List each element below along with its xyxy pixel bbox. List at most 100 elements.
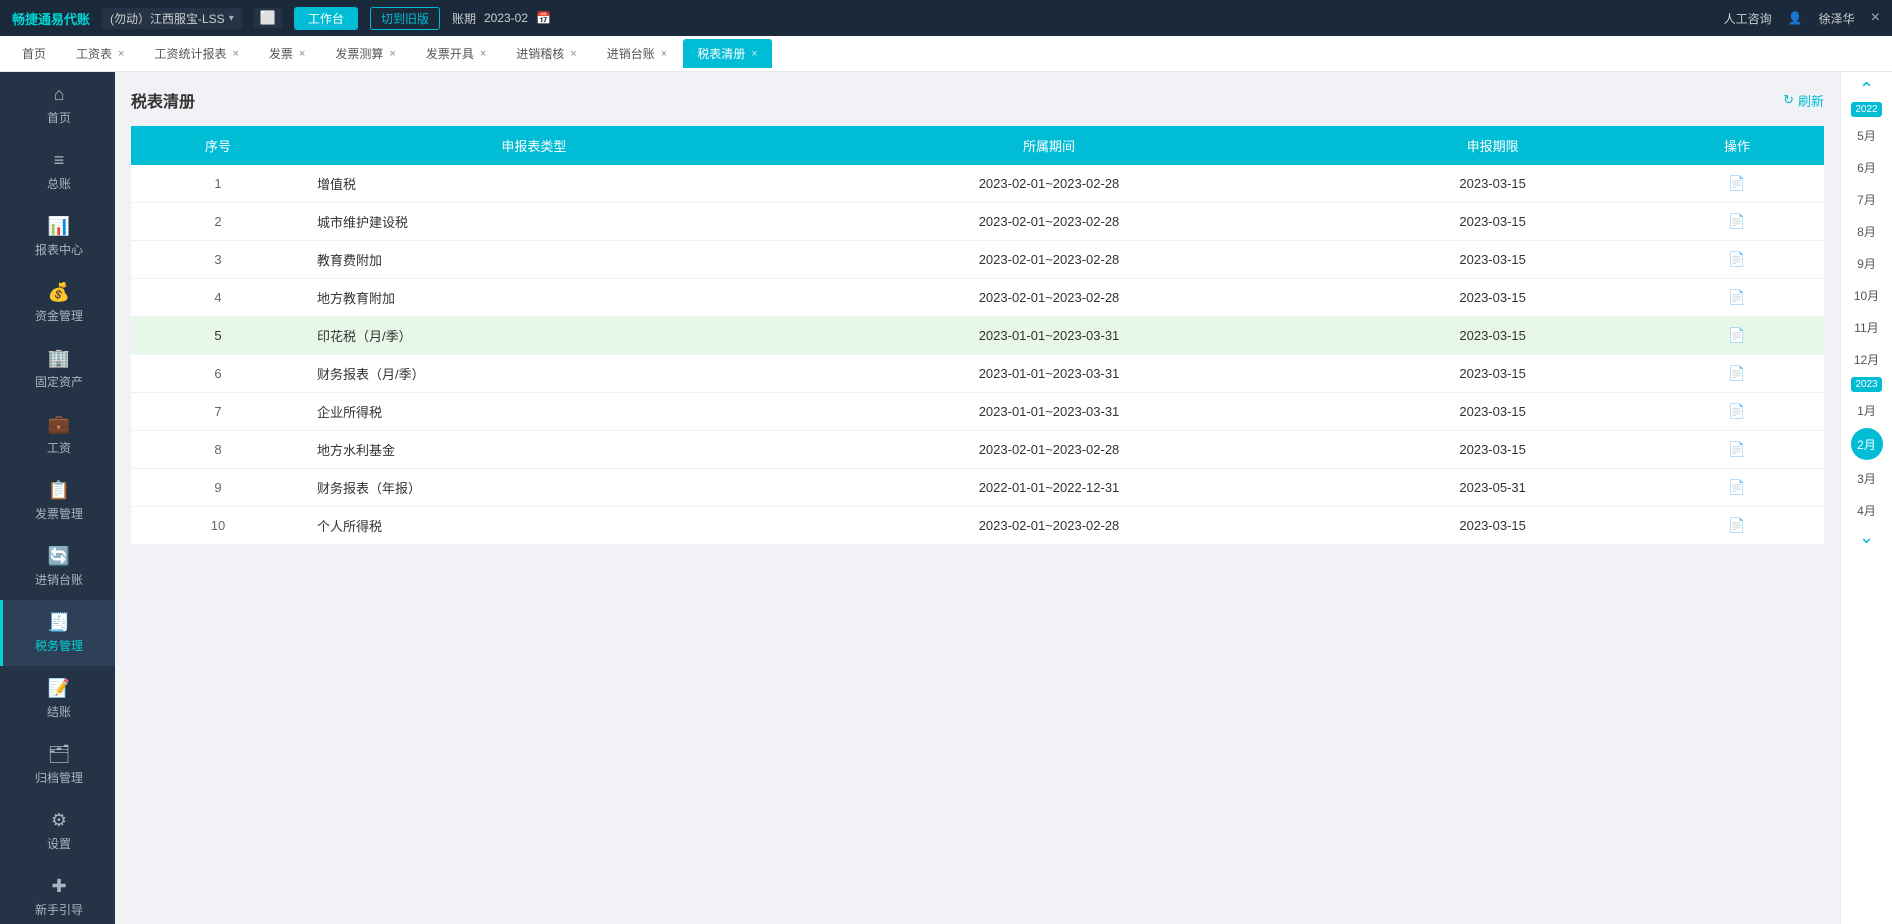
month-btn-8月[interactable]: 8月 [1848,217,1886,245]
sidebar-item-home[interactable]: ⌂ 首页 [0,72,115,138]
calendar-icon[interactable]: 📅 [536,11,551,25]
content-area: 税表清册 ↻ 刷新 序号申报表类型所属期间申报期限操作 1增值税2023-02-… [115,72,1892,924]
action-doc-icon[interactable]: 📄 [1728,327,1745,343]
month-btn-7月[interactable]: 7月 [1848,185,1886,213]
row-deadline: 2023-05-31 [1335,469,1650,507]
month-btn-4月[interactable]: 4月 [1848,496,1886,524]
sidebar-label-salary: 工资 [47,439,71,456]
action-doc-icon[interactable]: 📄 [1728,213,1745,229]
month-btn-6月[interactable]: 6月 [1848,153,1886,181]
action-doc-icon[interactable]: 📄 [1728,479,1745,495]
table-row: 7企业所得税2023-01-01~2023-03-312023-03-15📄 [131,393,1824,431]
row-no: 7 [131,393,305,431]
month-btn-3月[interactable]: 3月 [1848,464,1886,492]
table-row: 6财务报表（月/季）2023-01-01~2023-03-312023-03-1… [131,355,1824,393]
row-deadline: 2023-03-15 [1335,203,1650,241]
switch-old-button[interactable]: 切到旧版 [370,7,440,30]
tab-invoice-open[interactable]: 发票开具× [412,39,500,68]
company-selector[interactable]: (勿动）江西服宝-LSS ▾ [102,8,242,29]
row-action[interactable]: 📄 [1650,431,1824,469]
sidebar-item-invoice-mgr[interactable]: 📋发票管理 [0,468,115,534]
row-deadline: 2023-03-15 [1335,317,1650,355]
row-action[interactable]: 📄 [1650,393,1824,431]
row-action[interactable]: 📄 [1650,165,1824,203]
tab-close-icon[interactable]: × [751,48,757,60]
refresh-button[interactable]: ↻ 刷新 [1783,91,1824,110]
up-chevron-icon[interactable]: ⌃ [1859,80,1874,98]
tab-in-out-ledger[interactable]: 进销台账× [593,39,681,68]
row-type: 地方教育附加 [305,279,763,317]
row-action[interactable]: 📄 [1650,203,1824,241]
row-action[interactable]: 📄 [1650,241,1824,279]
home-icon: ⌂ [54,84,65,105]
month-btn-10月[interactable]: 10月 [1848,281,1886,309]
tab-close-icon[interactable]: × [661,48,667,60]
row-action[interactable]: 📄 [1650,279,1824,317]
sidebar-item-fund[interactable]: 💰资金管理 [0,270,115,336]
month-btn-active[interactable]: 2月 [1851,428,1883,460]
tax-icon: 🧾 [48,612,70,633]
sidebar-label-guide: 新手引导 [35,901,83,918]
ai-consult-btn[interactable]: 人工咨询 [1724,10,1772,27]
table-header-row: 序号申报表类型所属期间申报期限操作 [131,126,1824,165]
tab-salary-report[interactable]: 工资统计报表× [140,39,252,68]
row-action[interactable]: 📄 [1650,317,1824,355]
action-doc-icon[interactable]: 📄 [1728,175,1745,191]
row-type: 增值税 [305,165,763,203]
close-all-button[interactable]: × [1871,9,1880,27]
tab-close-icon[interactable]: × [480,48,486,60]
user-name[interactable]: 徐泽华 [1819,10,1855,27]
action-doc-icon[interactable]: 📄 [1728,403,1745,419]
tab-invoice-calc[interactable]: 发票测算× [321,39,409,68]
action-doc-icon[interactable]: 📄 [1728,441,1745,457]
sidebar-item-tax[interactable]: 🧾税务管理 [0,600,115,666]
copy-icon[interactable]: ⬜ [254,8,282,28]
row-period: 2023-01-01~2023-03-31 [763,317,1335,355]
table-row: 3教育费附加2023-02-01~2023-02-282023-03-15📄 [131,241,1824,279]
sidebar-item-report[interactable]: 📊报表中心 [0,204,115,270]
sidebar-label-home: 首页 [47,109,71,126]
right-panel: ⌃ 20225月6月7月8月9月10月11月12月20231月2月3月4月⌄ [1840,72,1892,924]
row-deadline: 2023-03-15 [1335,241,1650,279]
tab-close-icon[interactable]: × [118,48,124,60]
workspace-button[interactable]: 工作台 [294,7,358,30]
sidebar-item-fixed-asset[interactable]: 🏢固定资产 [0,336,115,402]
sidebar-item-settings[interactable]: ⚙设置 [0,798,115,864]
month-btn-11月[interactable]: 11月 [1848,313,1886,341]
tab-salary[interactable]: 工资表× [62,39,138,68]
row-action[interactable]: 📄 [1650,507,1824,545]
month-btn-1月[interactable]: 1月 [1848,396,1886,424]
action-doc-icon[interactable]: 📄 [1728,365,1745,381]
sidebar-item-archive[interactable]: 🗂归档管理 [0,732,115,798]
month-btn-5月[interactable]: 5月 [1848,121,1886,149]
action-doc-icon[interactable]: 📄 [1728,251,1745,267]
tab-close-icon[interactable]: × [232,48,238,60]
row-action[interactable]: 📄 [1650,469,1824,507]
tax-table: 序号申报表类型所属期间申报期限操作 1增值税2023-02-01~2023-02… [131,126,1824,545]
sidebar-item-guide[interactable]: ✚新手引导 [0,864,115,924]
tab-home[interactable]: 首页 [8,39,60,68]
month-btn-12月[interactable]: 12月 [1848,345,1886,373]
month-btn-9月[interactable]: 9月 [1848,249,1886,277]
row-period: 2023-02-01~2023-02-28 [763,507,1335,545]
sidebar-item-settle[interactable]: 📝结账 [0,666,115,732]
table-row: 10个人所得税2023-02-01~2023-02-282023-03-15📄 [131,507,1824,545]
down-chevron-icon[interactable]: ⌄ [1859,528,1874,546]
row-no: 6 [131,355,305,393]
table-head: 序号申报表类型所属期间申报期限操作 [131,126,1824,165]
tab-tax-clear[interactable]: 税表清册× [683,39,771,68]
sidebar-item-in-out[interactable]: 🔄进销台账 [0,534,115,600]
tab-close-icon[interactable]: × [570,48,576,60]
action-doc-icon[interactable]: 📄 [1728,517,1745,533]
action-doc-icon[interactable]: 📄 [1728,289,1745,305]
tab-close-icon[interactable]: × [299,48,305,60]
tab-close-icon[interactable]: × [389,48,395,60]
sidebar-item-ledger[interactable]: ≡总账 [0,138,115,204]
sidebar-item-salary[interactable]: 💼工资 [0,402,115,468]
tab-invoice[interactable]: 发票× [255,39,319,68]
table-body: 1增值税2023-02-01~2023-02-282023-03-15📄2城市维… [131,165,1824,545]
row-no: 9 [131,469,305,507]
row-deadline: 2023-03-15 [1335,355,1650,393]
tab-in-out-check[interactable]: 进销稽核× [502,39,590,68]
row-action[interactable]: 📄 [1650,355,1824,393]
